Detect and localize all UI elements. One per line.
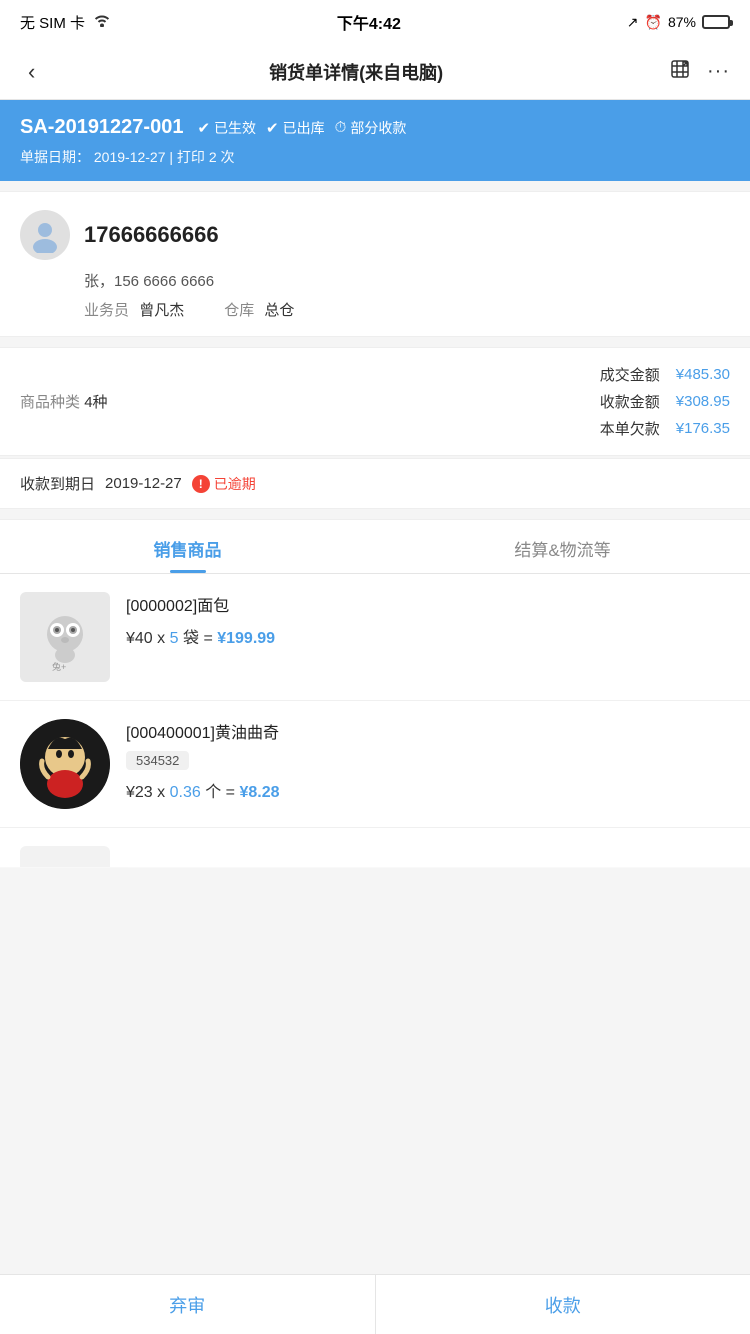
status-left: 无 SIM 卡 [20, 12, 111, 33]
confirm-button[interactable]: 收款 [376, 1275, 750, 1334]
sales-name: 曾凡杰 [139, 302, 184, 319]
sales-label: 业务员 [84, 302, 129, 319]
order-date: 2019-12-27 [94, 149, 166, 165]
received-value: ¥308.95 [676, 393, 730, 410]
more-icon[interactable]: ··· [707, 60, 730, 83]
carrier-label: 无 SIM 卡 [20, 12, 85, 33]
category-label: 商品种类 [20, 394, 80, 411]
avatar [20, 210, 70, 260]
product-qty-2: 0.36 [170, 784, 201, 801]
back-button[interactable]: ‹ [20, 51, 43, 93]
status-bar: 无 SIM 卡 下午4:42 ↗ ⏰ 87% [0, 0, 750, 44]
product-qty-1: 5 [170, 630, 179, 647]
customer-name-phone: 张，156 6666 6666 [84, 270, 730, 291]
overdue-badge: ! 已逾期 [192, 474, 256, 494]
cancel-button[interactable]: 弃审 [0, 1275, 375, 1334]
received-label: 收款金额 [600, 391, 660, 412]
print-separator: | 打印 [169, 149, 208, 165]
check-icon-2: ✔ [266, 119, 279, 137]
product-price-1: ¥40 x 5 袋 = ¥199.99 [126, 624, 730, 648]
customer-phone: 17666666666 [84, 222, 219, 248]
date-label: 单据日期： [20, 149, 90, 165]
tab-products[interactable]: 销售商品 [0, 520, 375, 573]
banner-badges: ✔ 已生效 ✔ 已出库 ⏱ 部分收款 [197, 118, 406, 138]
alarm-icon: ⏰ [645, 14, 662, 31]
stats-left: 商品种类 4种 [20, 391, 108, 412]
svg-text:兔+: 兔+ [52, 661, 66, 672]
trade-amount-row: 成交金额 ¥485.30 [600, 364, 730, 385]
product-item-partial [0, 828, 750, 868]
warehouse-name: 总仓 [264, 302, 294, 319]
debt-label: 本单欠款 [600, 418, 660, 439]
due-date: 2019-12-27 [105, 475, 182, 492]
product-item: [000400001]黄油曲奇 534532 ¥23 x 0.36 个 = ¥8… [0, 701, 750, 828]
warehouse: 仓库 总仓 [224, 299, 294, 320]
customer-meta: 业务员 曾凡杰 仓库 总仓 [84, 299, 730, 320]
stats-section: 商品种类 4种 成交金额 ¥485.30 收款金额 ¥308.95 本单欠款 ¥… [0, 347, 750, 456]
location-icon: ↗ [627, 14, 639, 31]
header-banner: SA-20191227-001 ✔ 已生效 ✔ 已出库 ⏱ 部分收款 单据日期：… [0, 100, 750, 181]
debt-value: ¥176.35 [676, 420, 730, 437]
wifi-icon [93, 13, 111, 31]
debt-row: 本单欠款 ¥176.35 [600, 418, 730, 439]
product-item: 兔+ [0000002]面包 ¥40 x 5 袋 = ¥199.99 [0, 574, 750, 701]
due-label: 收款到期日 [20, 473, 95, 494]
tab-settlement[interactable]: 结算&物流等 [375, 520, 750, 573]
status-right: ↗ ⏰ 87% [627, 14, 730, 31]
print-count: 2 [209, 149, 217, 165]
product-price-2: ¥23 x 0.36 个 = ¥8.28 [126, 778, 730, 802]
badge-partial: ⏱ 部分收款 [335, 118, 407, 138]
overdue-text: 已逾期 [214, 474, 256, 494]
product-total-1: ¥199.99 [217, 630, 275, 647]
products-list: 兔+ [0000002]面包 ¥40 x 5 袋 = ¥199.99 [0, 574, 750, 868]
order-id: SA-20191227-001 [20, 116, 183, 139]
tabs-row: 销售商品 结算&物流等 [0, 520, 750, 574]
status-time: 下午4:42 [337, 10, 401, 34]
category-count: 4种 [84, 394, 107, 411]
customer-section: 17666666666 张，156 6666 6666 业务员 曾凡杰 仓库 总… [0, 191, 750, 337]
battery-bar [702, 15, 730, 29]
product-info-1: [0000002]面包 ¥40 x 5 袋 = ¥199.99 [126, 592, 730, 648]
product-thumbnail-partial [20, 846, 110, 868]
product-thumbnail-2 [20, 719, 110, 809]
received-row: 收款金额 ¥308.95 [600, 391, 730, 412]
product-batch-2: 534532 [126, 751, 189, 770]
trade-amount-value: ¥485.30 [676, 366, 730, 383]
share-icon[interactable] [669, 58, 691, 86]
product-info-2: [000400001]黄油曲奇 534532 ¥23 x 0.36 个 = ¥8… [126, 719, 730, 802]
product-thumbnail-1: 兔+ [20, 592, 110, 682]
check-icon-1: ✔ [197, 119, 210, 137]
clock-icon: ⏱ [335, 119, 347, 136]
sales-person: 业务员 曾凡杰 [84, 299, 184, 320]
nav-bar: ‹ 销货单详情(来自电脑) ··· [0, 44, 750, 100]
tabs-section: 销售商品 结算&物流等 [0, 519, 750, 574]
battery-percent: 87% [668, 14, 696, 30]
page-title: 销货单详情(来自电脑) [269, 59, 443, 85]
bottom-bar: 弃审 收款 [0, 1274, 750, 1334]
warehouse-label: 仓库 [224, 302, 254, 319]
print-suffix: 次 [221, 149, 235, 165]
trade-amount-label: 成交金额 [600, 364, 660, 385]
badge-effective: ✔ 已生效 [197, 118, 256, 138]
nav-actions: ··· [669, 58, 730, 86]
customer-row: 17666666666 [20, 210, 730, 260]
overdue-dot-icon: ! [192, 475, 210, 493]
badge-shipped: ✔ 已出库 [266, 118, 325, 138]
due-section: 收款到期日 2019-12-27 ! 已逾期 [0, 458, 750, 509]
product-name-1: [0000002]面包 [126, 592, 730, 616]
product-name-2: [000400001]黄油曲奇 [126, 719, 730, 743]
banner-date-row: 单据日期： 2019-12-27 | 打印 2 次 [20, 147, 730, 167]
product-total-2: ¥8.28 [239, 784, 279, 801]
stats-right: 成交金额 ¥485.30 收款金额 ¥308.95 本单欠款 ¥176.35 [600, 364, 730, 439]
